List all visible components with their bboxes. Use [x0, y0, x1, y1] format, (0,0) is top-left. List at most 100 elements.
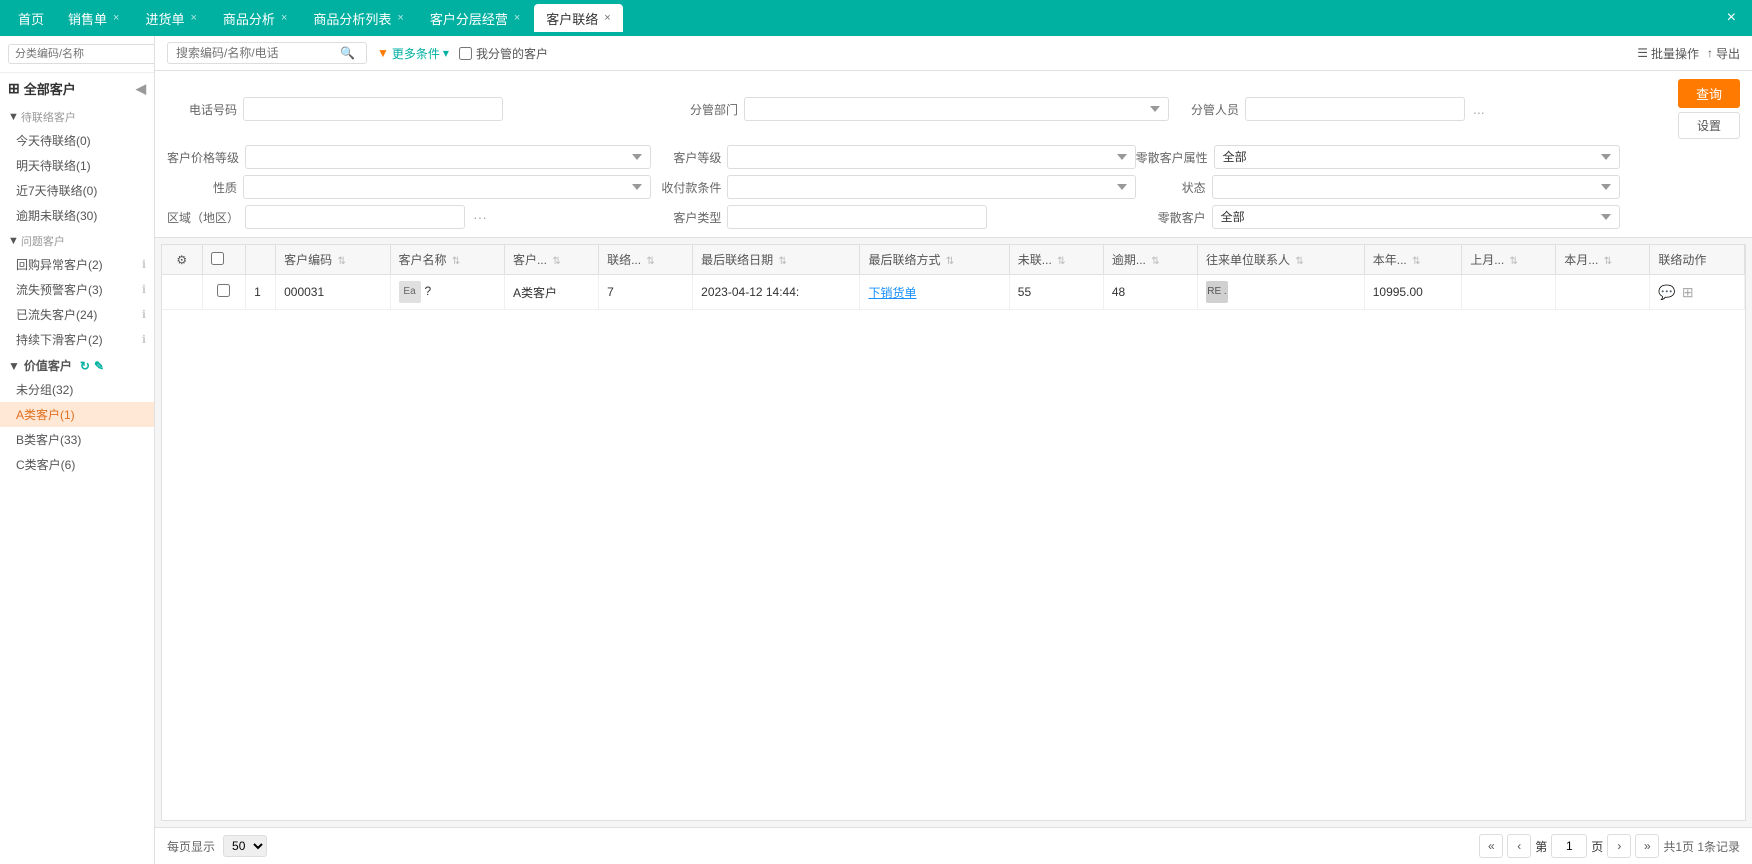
nav-tab-purchase-close[interactable]: × — [190, 12, 196, 24]
info-icon-2: ℹ — [142, 283, 146, 296]
status-label: 状态 — [1136, 179, 1206, 196]
batch-ops-icon: ☰ — [1637, 46, 1648, 60]
sidebar-item-class-b[interactable]: B类客户(33) — [0, 427, 154, 452]
my-customers-checkbox[interactable] — [459, 47, 472, 60]
phone-input[interactable] — [243, 97, 503, 121]
nav-tab-product-analysis[interactable]: 商品分析 × — [211, 4, 299, 32]
customer-level-select[interactable] — [727, 145, 1135, 169]
customer-type-label: 客户类型 — [651, 209, 721, 226]
sidebar-search-input[interactable] — [8, 44, 155, 64]
sidebar-item-unclassified[interactable]: 未分组(32) — [0, 377, 154, 402]
dept-select[interactable] — [744, 97, 1169, 121]
query-button[interactable]: 查询 — [1678, 79, 1740, 108]
sidebar-collapse-icon[interactable]: ◀ — [136, 81, 146, 97]
sidebar-problem-group: ▼ 问题客户 — [0, 228, 154, 252]
data-table: ⚙ 客户编码 ⇅ 客户名称 ⇅ 客户... ⇅ 联络... ⇅ 最后联络日期 ⇅… — [162, 245, 1745, 310]
filter-more-conditions[interactable]: ▼ 更多条件 ▾ — [377, 45, 449, 62]
sidebar-all-customers[interactable]: ⊞ 全部客户 ◀ — [0, 73, 154, 104]
nav-tab-customer-contact[interactable]: 客户联络 × — [534, 4, 622, 32]
add-icon[interactable]: ⊞ — [1682, 284, 1694, 301]
last-page-button[interactable]: » — [1635, 834, 1659, 858]
content-area: 🔍 ▼ 更多条件 ▾ 我分管的客户 ☰ 批量操作 ↑ 导出 — [155, 36, 1752, 864]
sidebar-search-container: 🔍 — [0, 36, 154, 73]
last-contact-method-link[interactable]: 下销货单 — [868, 286, 916, 300]
settings-button[interactable]: 设置 — [1678, 112, 1740, 139]
sidebar-item-tomorrow[interactable]: 明天待联络(1) — [0, 153, 154, 178]
th-customer-type[interactable]: 客户... ⇅ — [504, 245, 598, 275]
th-this-year[interactable]: 本年... ⇅ — [1364, 245, 1461, 275]
th-unit-contact[interactable]: 往来单位联系人 ⇅ — [1197, 245, 1364, 275]
nav-tab-customer-contact-close[interactable]: × — [604, 12, 610, 24]
th-overdue[interactable]: 逾期... ⇅ — [1103, 245, 1197, 275]
nav-tab-product-analysis-list-close[interactable]: × — [397, 12, 403, 24]
per-page-label: 每页显示 — [167, 838, 215, 855]
filter-more-label: 更多条件 — [392, 45, 440, 62]
prev-page-button[interactable]: ‹ — [1507, 834, 1531, 858]
export-button[interactable]: ↑ 导出 — [1707, 45, 1740, 62]
batch-ops-button[interactable]: ☰ 批量操作 — [1637, 45, 1699, 62]
nav-tab-product-analysis-label: 商品分析 — [223, 9, 275, 28]
person-input[interactable] — [1245, 97, 1465, 121]
region-dots-button[interactable]: ··· — [473, 209, 487, 225]
filter-icon: ▼ — [377, 46, 389, 60]
th-customer-name[interactable]: 客户名称 ⇅ — [390, 245, 504, 275]
sidebar-item-class-a[interactable]: A类客户(1) — [0, 402, 154, 427]
sidebar-item-declining[interactable]: 持续下滑客户(2) ℹ — [0, 327, 154, 352]
window-close-button[interactable]: × — [1719, 9, 1744, 27]
nature-select[interactable] — [243, 175, 651, 199]
retail-attr-select[interactable]: 全部 — [1214, 145, 1620, 169]
nav-tab-customer-segment-close[interactable]: × — [514, 12, 520, 24]
retail-attr-label: 零散客户属性 — [1136, 149, 1208, 166]
sidebar-item-unclassified-label: 未分组(32) — [16, 381, 73, 398]
retail-customer-select[interactable]: 全部 — [1212, 205, 1620, 229]
chat-icon[interactable]: 💬 — [1658, 284, 1675, 301]
sidebar-item-overdue[interactable]: 逾期未联络(30) — [0, 203, 154, 228]
row-overdue: 48 — [1103, 275, 1197, 310]
nav-home[interactable]: 首页 — [8, 9, 54, 28]
select-all-checkbox[interactable] — [211, 252, 224, 265]
top-nav: 首页 销售单 × 进货单 × 商品分析 × 商品分析列表 × 客户分层经营 × … — [0, 0, 1752, 36]
customer-type-input[interactable] — [727, 205, 987, 229]
per-page-select[interactable]: 50 — [223, 835, 267, 857]
payment-select[interactable] — [727, 175, 1135, 199]
filter-search-input[interactable] — [176, 46, 336, 60]
price-level-label: 客户价格等级 — [167, 149, 239, 166]
th-last-month[interactable]: 上月... ⇅ — [1462, 245, 1556, 275]
nav-tab-purchase[interactable]: 进货单 × — [133, 4, 208, 32]
page-number-input[interactable] — [1551, 834, 1587, 858]
next-page-button[interactable]: › — [1607, 834, 1631, 858]
price-level-select[interactable] — [245, 145, 651, 169]
region-input[interactable] — [245, 205, 465, 229]
sort-icon-name: ⇅ — [452, 256, 460, 267]
th-this-month[interactable]: 本月... ⇅ — [1556, 245, 1650, 275]
sidebar-item-churned[interactable]: 已流失客户(24) ℹ — [0, 302, 154, 327]
row-checkbox[interactable] — [217, 284, 230, 297]
th-no-contact[interactable]: 未联... ⇅ — [1009, 245, 1103, 275]
nav-tab-product-analysis-close[interactable]: × — [281, 12, 287, 24]
row-last-month — [1462, 275, 1556, 310]
th-last-contact-date[interactable]: 最后联络日期 ⇅ — [693, 245, 860, 275]
person-dots-button[interactable]: ... — [1473, 101, 1485, 117]
status-select[interactable] — [1212, 175, 1620, 199]
first-page-button[interactable]: « — [1479, 834, 1503, 858]
th-last-contact-method[interactable]: 最后联络方式 ⇅ — [860, 245, 1009, 275]
nav-tab-product-analysis-list[interactable]: 商品分析列表 × — [301, 4, 415, 32]
value-group-refresh-icon[interactable]: ↻ — [80, 359, 90, 373]
th-settings[interactable]: ⚙ — [162, 245, 202, 275]
sidebar-item-today[interactable]: 今天待联络(0) — [0, 128, 154, 153]
nav-tab-customer-segment[interactable]: 客户分层经营 × — [418, 4, 532, 32]
th-contact[interactable]: 联络... ⇅ — [599, 245, 693, 275]
sidebar-item-churn-warning[interactable]: 流失预警客户(3) ℹ — [0, 277, 154, 302]
action-icons: 💬 ⊞ — [1658, 284, 1736, 301]
filter-search-icon[interactable]: 🔍 — [340, 46, 355, 60]
sidebar-item-class-c[interactable]: C类客户(6) — [0, 452, 154, 477]
adv-filter-customer-type: 客户类型 — [651, 205, 1135, 229]
row-last-contact-method[interactable]: 下销货单 — [860, 275, 1009, 310]
table-scroll-wrap[interactable]: ⚙ 客户编码 ⇅ 客户名称 ⇅ 客户... ⇅ 联络... ⇅ 最后联络日期 ⇅… — [162, 245, 1745, 820]
nav-tab-sales-close[interactable]: × — [113, 12, 119, 24]
sidebar-item-7days[interactable]: 近7天待联络(0) — [0, 178, 154, 203]
nav-tab-sales[interactable]: 销售单 × — [56, 4, 131, 32]
sidebar-item-repurchase-abnormal[interactable]: 回购异常客户(2) ℹ — [0, 252, 154, 277]
th-customer-code[interactable]: 客户编码 ⇅ — [276, 245, 390, 275]
value-group-edit-icon[interactable]: ✎ — [94, 359, 104, 373]
